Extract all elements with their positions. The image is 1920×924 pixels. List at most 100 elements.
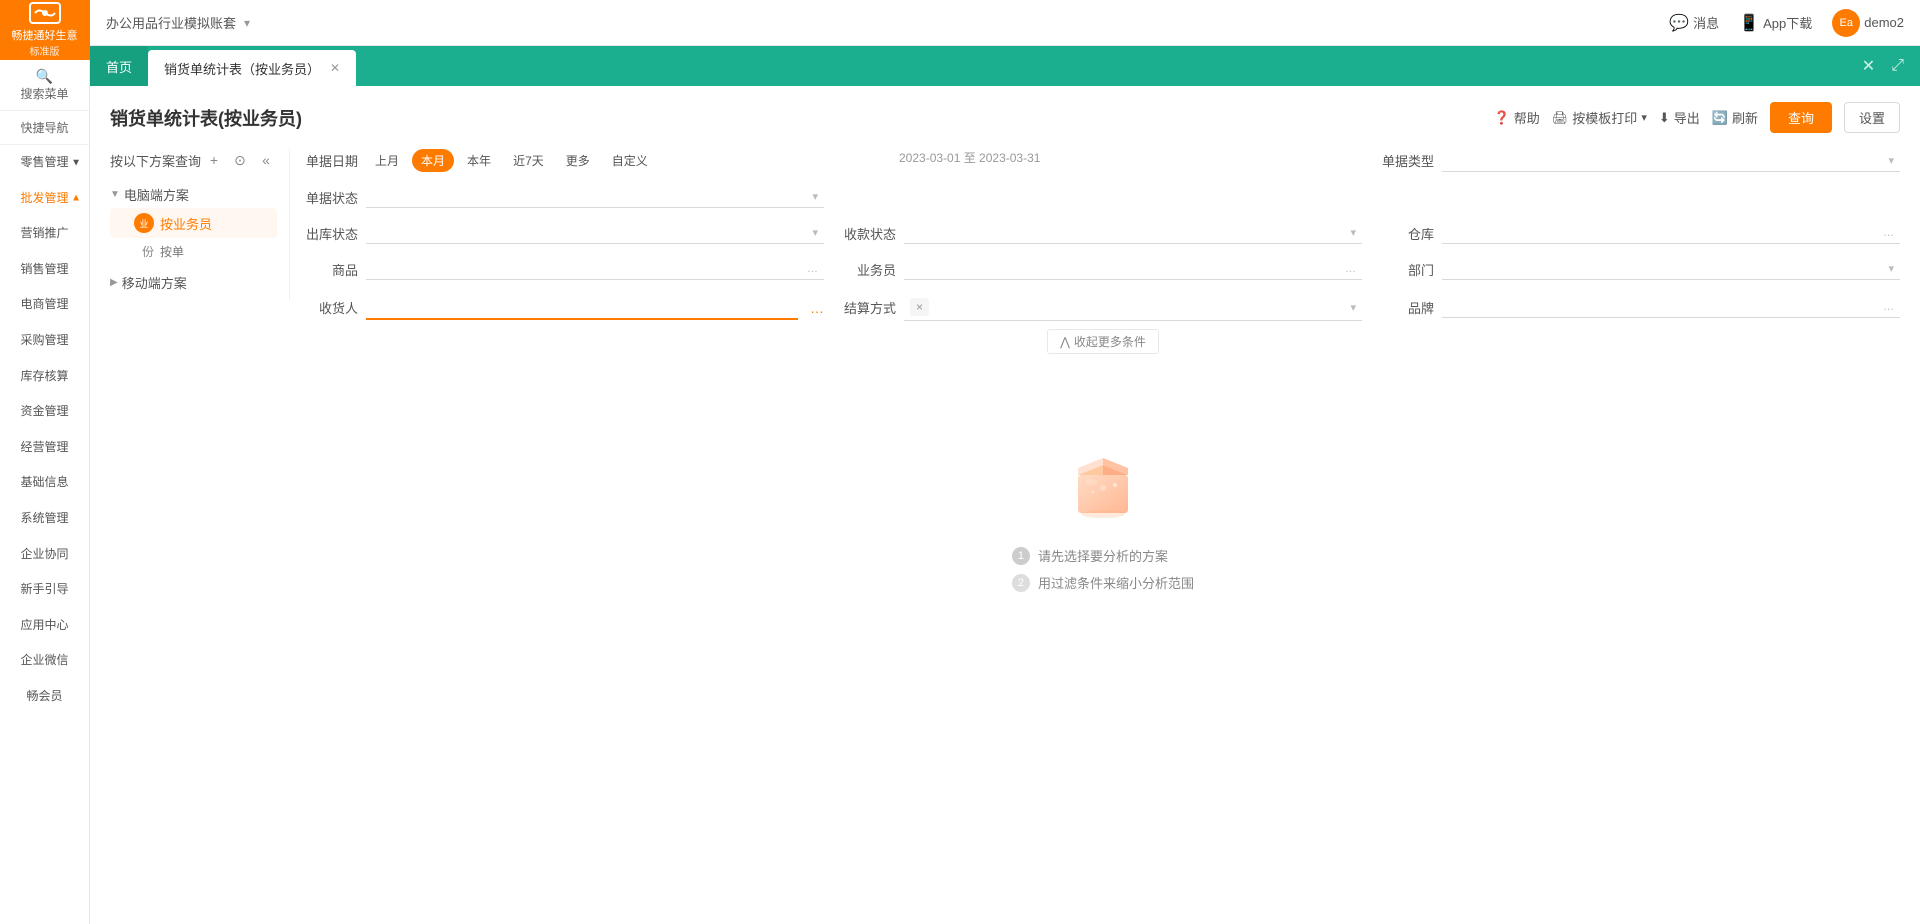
sidebar-item-enterprise[interactable]: 企业协同: [0, 537, 89, 573]
panel-collapse-btn[interactable]: «: [255, 149, 277, 171]
member-label: 畅会员: [26, 689, 62, 703]
panel-header: 按以下方案查询 + ⊙ «: [110, 149, 277, 171]
sidebar-item-system[interactable]: 系统管理: [0, 501, 89, 537]
tab-close-icon[interactable]: ✕: [330, 61, 340, 75]
date-btn-last-month[interactable]: 上月: [366, 149, 408, 172]
panel-refresh-btn[interactable]: ⊙: [229, 149, 251, 171]
doc-status-select[interactable]: ▾: [366, 186, 824, 208]
goods-select[interactable]: …: [366, 259, 824, 280]
right-panel: 单据日期 上月 本月 本年 近7天 更多 自定义 2023-03-0: [306, 149, 1900, 652]
consignee-input[interactable]: [366, 295, 798, 320]
sidebar-item-marketing[interactable]: 营销推广: [0, 216, 89, 252]
date-btn-more[interactable]: 更多: [557, 149, 599, 172]
main-area: 办公用品行业模拟账套 ▾ 💬 消息 📱 App下载 Ea demo2 首页: [90, 0, 1920, 924]
tabbar-actions: ✕ ⤢: [1846, 46, 1920, 86]
payment-tag-close[interactable]: ×: [916, 300, 923, 314]
print-btn[interactable]: 🖨 按模板打印 ▾: [1552, 108, 1647, 127]
date-btn-this-year[interactable]: 本年: [458, 149, 500, 172]
tab-maximize-btn[interactable]: ⤢: [1887, 55, 1908, 77]
collect-status-select[interactable]: ▾: [904, 222, 1362, 244]
staff-select[interactable]: …: [904, 259, 1362, 280]
sidebar-item-wholesale[interactable]: 批发管理 ▲: [0, 181, 89, 217]
tip-num-1: 1: [1012, 547, 1030, 565]
sidebar-item-purchase[interactable]: 采购管理: [0, 323, 89, 359]
page-title: 销货单统计表(按业务员): [110, 105, 302, 131]
sidebar-logo[interactable]: 畅捷通好生意 标准版: [0, 0, 90, 60]
quick-nav-btn[interactable]: 快捷导航: [0, 111, 89, 145]
sidebar-item-wechat[interactable]: 企业微信: [0, 643, 89, 679]
content-layout: 按以下方案查询 + ⊙ «: [110, 149, 1900, 652]
out-status-arrow: ▾: [812, 226, 818, 239]
tab-report-label: 销货单统计表（按业务员）: [164, 59, 320, 78]
panel-add-btn[interactable]: +: [203, 149, 225, 171]
date-range-text: 2023-03-01 至 2023-03-31: [899, 151, 1040, 165]
filter-brand: 品牌 …: [1382, 294, 1900, 321]
basic-label: 基础信息: [20, 475, 68, 489]
sidebar-item-newbie[interactable]: 新手引导: [0, 572, 89, 608]
date-btn-this-month[interactable]: 本月: [412, 149, 454, 172]
sidebar-item-retail[interactable]: 零售管理 ▼: [0, 145, 89, 181]
doc-type-label: 单据类型: [1382, 151, 1434, 170]
sidebar-item-inventory[interactable]: 库存核算: [0, 359, 89, 395]
scheme-sub-by-order[interactable]: 份 按单: [110, 238, 277, 265]
sidebar-item-ecommerce[interactable]: 电商管理: [0, 287, 89, 323]
sidebar-item-finance[interactable]: 资金管理: [0, 394, 89, 430]
sidebar-item-basic[interactable]: 基础信息: [0, 465, 89, 501]
filter-grid: 单据日期 上月 本月 本年 近7天 更多 自定义 2023-03-0: [306, 149, 1900, 208]
consignee-ellipsis[interactable]: …: [810, 300, 824, 316]
tab-report[interactable]: 销货单统计表（按业务员） ✕: [148, 50, 356, 86]
purchase-label: 采购管理: [20, 333, 68, 347]
doc-type-select[interactable]: ▾: [1442, 150, 1900, 172]
date-range-display: 2023-03-01 至 2023-03-31: [844, 149, 1362, 172]
scheme-group-mobile-header[interactable]: ▶ 移动端方案: [110, 269, 277, 296]
help-btn[interactable]: ❓ 帮助: [1494, 108, 1540, 127]
goods-arrow: …: [807, 263, 818, 275]
collect-status-arrow: ▾: [1350, 226, 1356, 239]
payment-select[interactable]: × ▾: [904, 294, 1362, 321]
date-btn-last7[interactable]: 近7天: [504, 149, 553, 172]
tab-close-window-btn[interactable]: ✕: [1858, 54, 1879, 78]
refresh-btn[interactable]: 🔄 刷新: [1712, 108, 1758, 127]
search-menu-btn[interactable]: 🔍 搜索菜单: [0, 60, 89, 111]
tab-home[interactable]: 首页: [90, 46, 148, 86]
sidebar-item-apps[interactable]: 应用中心: [0, 608, 89, 644]
sidebar-item-member[interactable]: 畅会员: [0, 679, 89, 715]
logo-text: 畅捷通好生意: [12, 27, 78, 43]
wholesale-label: 批发管理: [20, 191, 68, 205]
settings-btn[interactable]: 设置: [1844, 102, 1900, 133]
avatar-text: Ea: [1840, 17, 1853, 29]
filter-warehouse: 仓库 …: [1382, 222, 1900, 244]
collapse-btn[interactable]: ⋀ 收起更多条件: [1047, 329, 1159, 354]
export-label: 导出: [1674, 108, 1700, 127]
out-status-select[interactable]: ▾: [366, 222, 824, 244]
warehouse-select[interactable]: …: [1442, 223, 1900, 244]
topbar-dropdown-icon[interactable]: ▾: [244, 16, 250, 30]
system-label: 系统管理: [20, 511, 68, 525]
sidebar-item-operation[interactable]: 经营管理: [0, 430, 89, 466]
dept-arrow: ▾: [1888, 262, 1894, 275]
sidebar-item-sales[interactable]: 销售管理: [0, 252, 89, 288]
operation-label: 经营管理: [20, 440, 68, 454]
brand-label: 品牌: [1382, 298, 1434, 317]
marketing-label: 营销推广: [20, 226, 68, 240]
enterprise-label: 企业协同: [20, 547, 68, 561]
user-menu-btn[interactable]: Ea demo2: [1832, 9, 1904, 37]
date-btn-custom[interactable]: 自定义: [603, 149, 657, 172]
dept-select[interactable]: ▾: [1442, 258, 1900, 280]
scheme-item-by-staff[interactable]: 业 按业务员: [110, 208, 277, 238]
tabbar: 首页 销货单统计表（按业务员） ✕ ✕ ⤢: [90, 46, 1920, 86]
retail-arrow: ▼: [71, 157, 81, 168]
add-icon: +: [210, 152, 218, 168]
msg-btn[interactable]: 💬 消息: [1669, 13, 1719, 33]
left-panel: 按以下方案查询 + ⊙ «: [110, 149, 290, 300]
empty-state-icon: [1053, 430, 1153, 530]
export-btn[interactable]: ⬇ 导出: [1659, 108, 1700, 127]
page-inner: 销货单统计表(按业务员) ❓ 帮助 🖨 按模板打印 ▾ ⬇ 导出: [90, 86, 1920, 924]
brand-select[interactable]: …: [1442, 297, 1900, 318]
scheme-group-pc-header[interactable]: ▼ 电脑端方案: [110, 181, 277, 208]
print-icon: 🖨: [1552, 110, 1569, 126]
query-btn[interactable]: 查询: [1770, 102, 1832, 133]
finance-label: 资金管理: [20, 404, 68, 418]
app-download-btn[interactable]: 📱 App下载: [1739, 13, 1812, 33]
msg-icon: 💬: [1669, 13, 1689, 33]
